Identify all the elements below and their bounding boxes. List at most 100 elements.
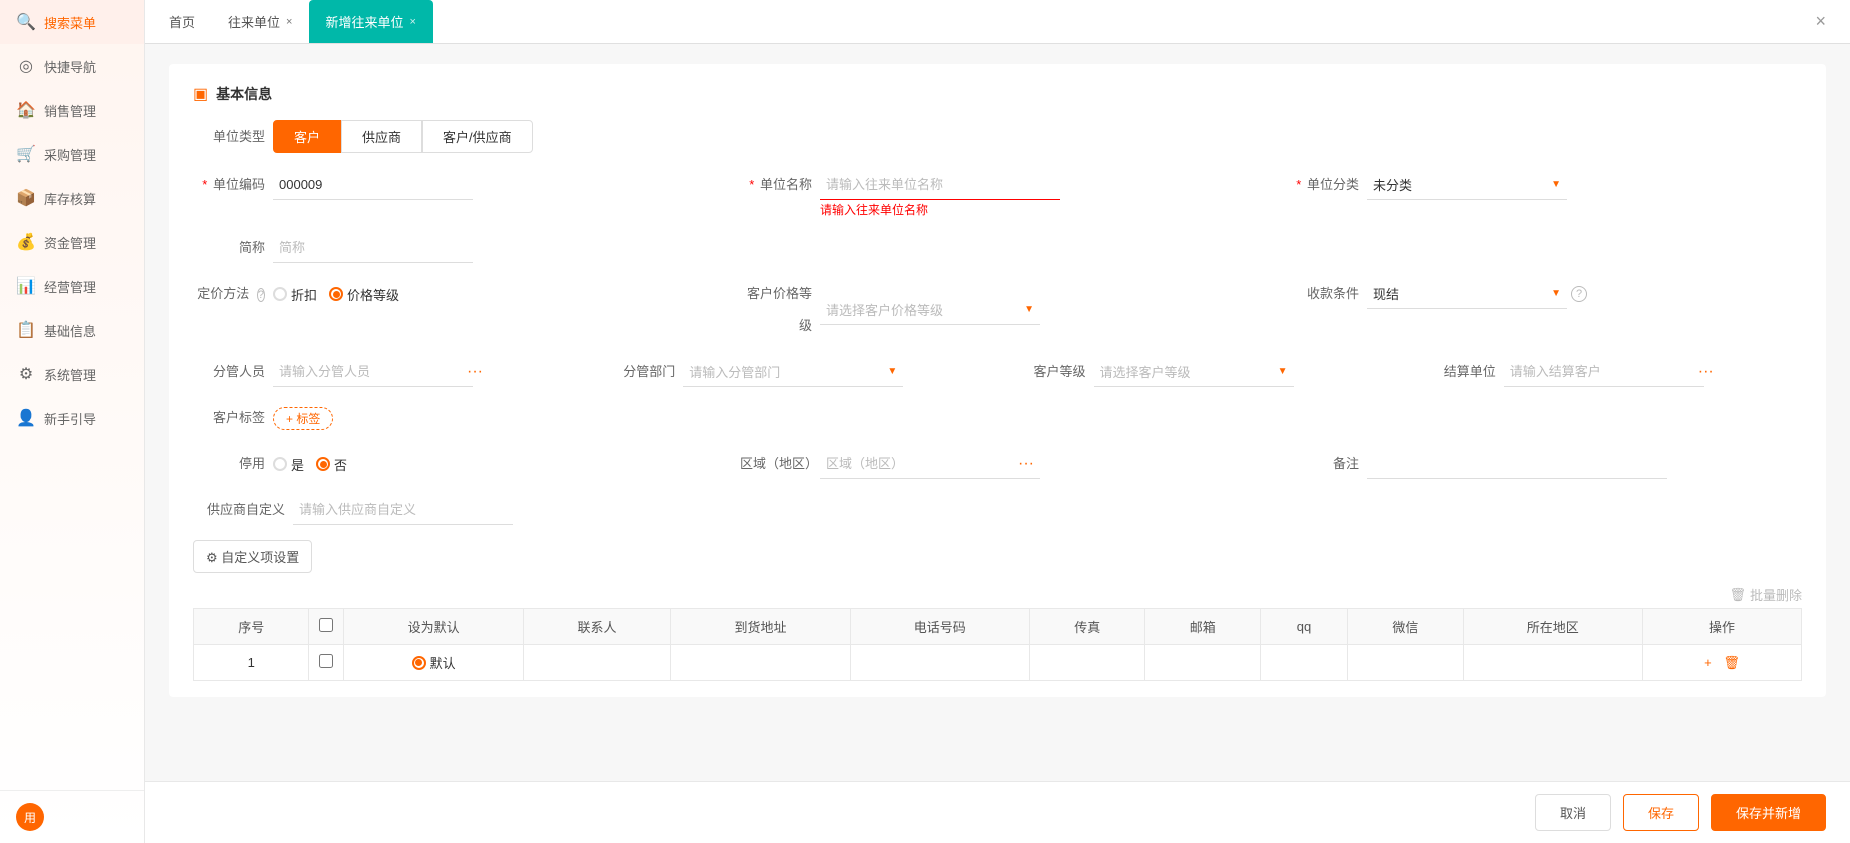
sidebar-label-search: 搜索菜单 (44, 13, 96, 32)
manager-input[interactable] (273, 360, 461, 383)
tab-new-partner-close[interactable]: × (409, 16, 415, 28)
unit-category-select[interactable]: 未分类 ▼ (1367, 170, 1567, 200)
cancel-button[interactable]: 取消 (1535, 794, 1611, 831)
guide-icon: 👤 (16, 408, 36, 428)
sidebar-label-finance: 资金管理 (44, 233, 96, 252)
settlement-unit-label: 结算单位 (1424, 356, 1504, 388)
department-select[interactable]: 请输入分管部门 ▼ (683, 357, 903, 387)
row-manager: 分管人员 ··· 分管部门 请输入分管部门 ▼ (193, 356, 1802, 388)
unit-name-input[interactable] (820, 170, 1060, 200)
sidebar-label-inventory: 库存核算 (44, 189, 96, 208)
payment-terms-select[interactable]: 现结 ▼ (1367, 279, 1567, 309)
tab-new-partner[interactable]: 新增往来单位 × (309, 0, 432, 43)
sidebar-item-quick-nav[interactable]: ◎ 快捷导航 (0, 44, 144, 88)
pricing-method-help[interactable]: ? (257, 288, 265, 302)
remarks-input[interactable] (1367, 449, 1667, 479)
customer-level-chevron: ▼ (1278, 366, 1288, 377)
region-more-btn[interactable]: ··· (1012, 455, 1040, 473)
inventory-icon: 📦 (16, 188, 36, 208)
manager-more-btn[interactable]: ··· (461, 363, 489, 381)
payment-terms-chevron: ▼ (1551, 288, 1561, 299)
unit-category-chevron: ▼ (1551, 179, 1561, 190)
pricing-discount-circle (273, 287, 287, 301)
row-default-radio[interactable]: 默认 (354, 653, 512, 672)
pricing-method-label: 定价方法 ? (193, 278, 273, 310)
settlement-unit-input[interactable] (1504, 360, 1692, 383)
section-header: ▣ 基本信息 (193, 84, 1802, 104)
sales-icon: 🏠 (16, 100, 36, 120)
payment-terms-value: 现结 (1373, 284, 1551, 303)
cell-phone (850, 645, 1029, 681)
add-tag-btn[interactable]: + 标签 (273, 407, 333, 430)
payment-terms-help[interactable]: ? (1571, 286, 1587, 302)
sidebar-item-basic-info[interactable]: 📋 基础信息 (0, 308, 144, 352)
window-close-btn[interactable]: × (1799, 11, 1842, 32)
section-title: 基本信息 (216, 84, 272, 104)
pricing-level-radio[interactable]: 价格等级 (329, 285, 399, 304)
unit-type-both-btn[interactable]: 客户/供应商 (422, 120, 533, 153)
disabled-no-radio[interactable]: 否 (316, 455, 347, 474)
customer-level-label: 客户等级 (1014, 356, 1094, 388)
footer: 取消 保存 保存并新增 (145, 781, 1850, 843)
tab-partner-list[interactable]: 往来单位 × (212, 0, 309, 43)
col-region: 所在地区 (1463, 609, 1642, 645)
col-qq: qq (1260, 609, 1347, 645)
field-settlement-unit: 结算单位 ··· (1424, 356, 1802, 388)
customer-price-chevron: ▼ (1024, 304, 1034, 315)
customer-tags-label: 客户标签 (193, 402, 273, 434)
sidebar-item-system[interactable]: ⚙ 系统管理 (0, 352, 144, 396)
sidebar-label-operations: 经营管理 (44, 277, 96, 296)
sidebar-item-operations[interactable]: 📊 经营管理 (0, 264, 144, 308)
batch-delete-label: 批量删除 (1750, 585, 1802, 604)
batch-actions: 🗑 批量删除 (193, 585, 1802, 604)
tab-home[interactable]: 首页 (153, 0, 212, 43)
row-add-btn[interactable]: + (1704, 655, 1712, 670)
batch-delete-btn[interactable]: 🗑 批量删除 (1729, 585, 1802, 604)
customer-price-level-label: 客户价格等级 (740, 278, 820, 342)
save-button[interactable]: 保存 (1623, 794, 1699, 831)
sidebar-item-search[interactable]: 🔍 搜索菜单 (0, 0, 144, 44)
unit-code-input[interactable] (273, 170, 473, 200)
unit-category-label: * 单位分类 (1287, 169, 1367, 201)
sidebar-label-purchase: 采购管理 (44, 145, 96, 164)
select-all-checkbox[interactable] (319, 618, 333, 632)
sidebar-item-finance[interactable]: 💰 资金管理 (0, 220, 144, 264)
sidebar-label-system: 系统管理 (44, 365, 96, 384)
field-supplier-custom: 供应商自定义 (193, 494, 1802, 526)
row-delete-btn[interactable]: 🗑 (1723, 655, 1740, 670)
sidebar-label-basic-info: 基础信息 (44, 321, 96, 340)
custom-settings-btn[interactable]: ⚙ 自定义项设置 (193, 540, 312, 573)
tab-partner-list-close[interactable]: × (286, 16, 292, 28)
sidebar-item-purchase[interactable]: 🛒 采购管理 (0, 132, 144, 176)
row-codes: * 单位编码 * 单位名称 请输入往 (193, 169, 1802, 218)
sidebar-label-quick-nav: 快捷导航 (44, 57, 96, 76)
sidebar-item-guide[interactable]: 👤 新手引导 (0, 396, 144, 440)
unit-name-label: * 单位名称 (740, 169, 820, 201)
sidebar-item-inventory[interactable]: 📦 库存核算 (0, 176, 144, 220)
supplier-custom-input[interactable] (293, 495, 513, 525)
sidebar-item-sales[interactable]: 🏠 销售管理 (0, 88, 144, 132)
manager-field: ··· (273, 357, 473, 387)
basic-info-icon: 📋 (16, 320, 36, 340)
field-remarks: 备注 (1287, 448, 1802, 480)
search-icon: 🔍 (16, 12, 36, 32)
col-wechat: 微信 (1348, 609, 1463, 645)
disabled-radio-group: 是 否 (273, 455, 347, 474)
unit-type-customer-btn[interactable]: 客户 (273, 120, 341, 153)
customer-price-level-select[interactable]: 请选择客户价格等级 ▼ (820, 295, 1040, 325)
disabled-no-circle (316, 457, 330, 471)
save-new-button[interactable]: 保存并新增 (1711, 794, 1826, 831)
disabled-yes-radio[interactable]: 是 (273, 455, 304, 474)
cell-qq (1260, 645, 1347, 681)
region-input[interactable] (820, 452, 1012, 475)
customer-level-select[interactable]: 请选择客户等级 ▼ (1094, 357, 1294, 387)
unit-type-supplier-btn[interactable]: 供应商 (341, 120, 422, 153)
window-close-icon: × (1815, 11, 1826, 31)
cell-email (1145, 645, 1260, 681)
row-checkbox[interactable] (319, 654, 333, 668)
short-name-input[interactable] (273, 233, 473, 263)
pricing-discount-radio[interactable]: 折扣 (273, 285, 317, 304)
department-label: 分管部门 (603, 356, 683, 388)
settlement-unit-more-btn[interactable]: ··· (1692, 363, 1720, 381)
operations-icon: 📊 (16, 276, 36, 296)
